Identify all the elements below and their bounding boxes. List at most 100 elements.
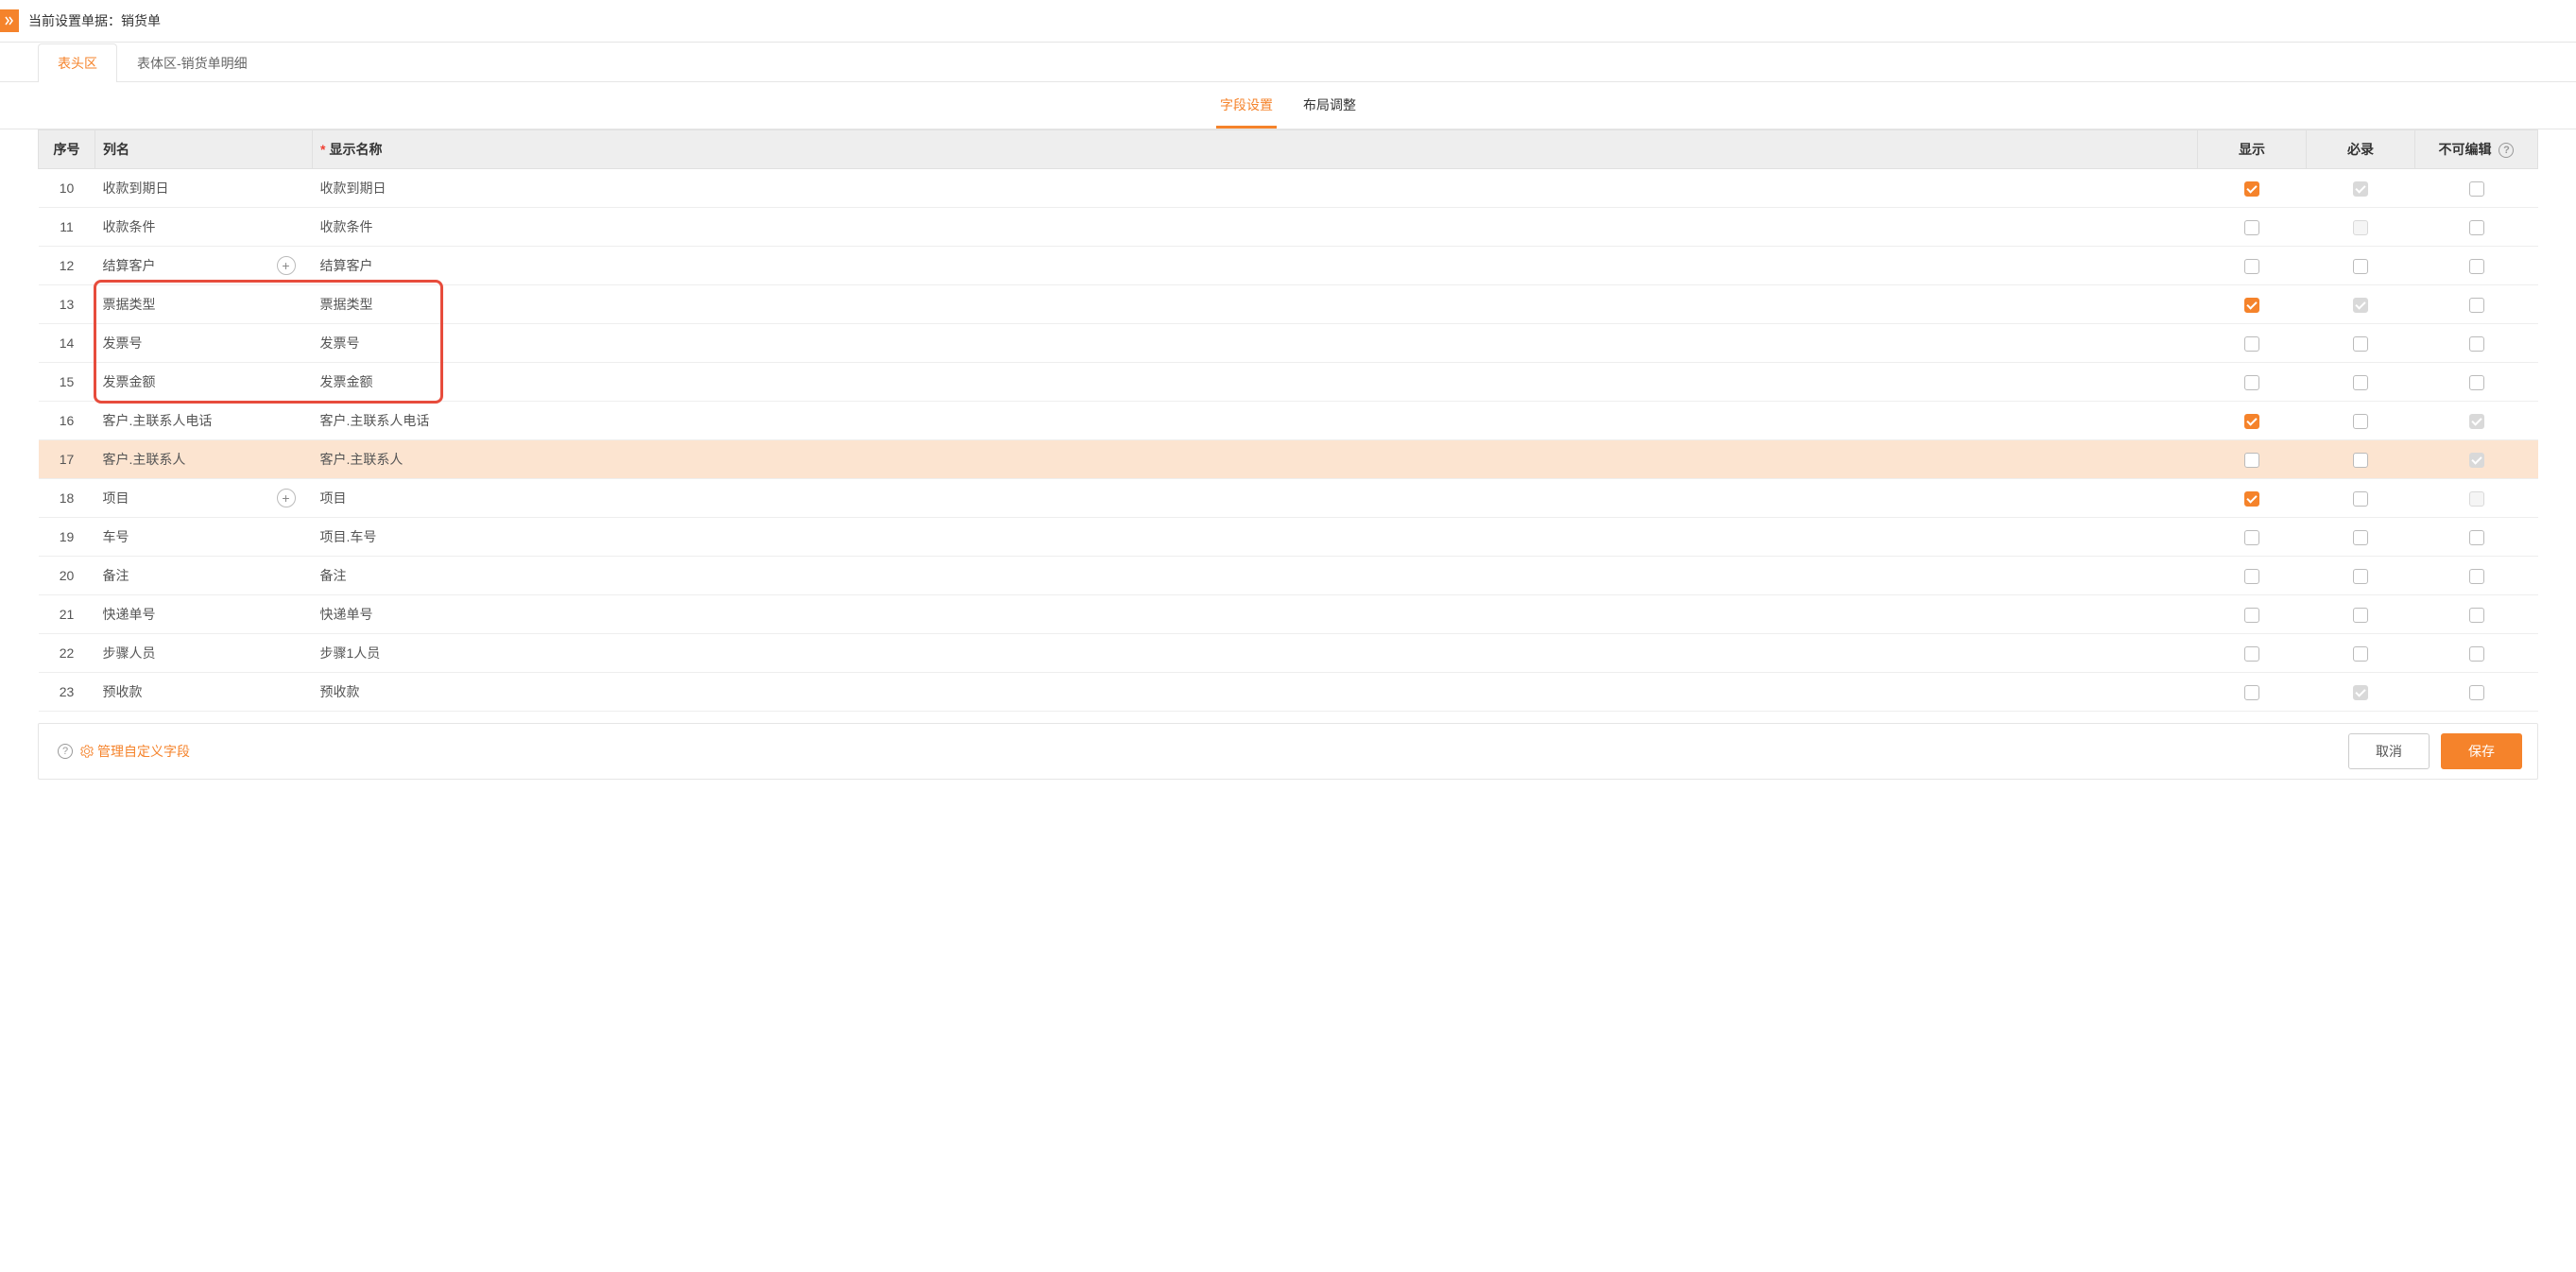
manage-custom-fields-link[interactable]: 管理自定义字段 xyxy=(80,742,190,761)
cell-name: 结算客户+ xyxy=(95,247,313,285)
help-icon[interactable]: ? xyxy=(2499,143,2514,158)
cell-seq: 16 xyxy=(39,402,95,440)
required-checkbox[interactable] xyxy=(2353,608,2368,623)
cell-nonedit xyxy=(2415,673,2538,712)
show-checkbox[interactable] xyxy=(2244,414,2259,429)
cell-display-name[interactable]: 发票金额 xyxy=(313,363,2198,402)
cell-nonedit xyxy=(2415,440,2538,479)
cell-display-name[interactable]: 票据类型 xyxy=(313,285,2198,324)
cell-display-name[interactable]: 发票号 xyxy=(313,324,2198,363)
show-checkbox[interactable] xyxy=(2244,646,2259,662)
tab-body-area[interactable]: 表体区-销货单明细 xyxy=(117,43,267,82)
table-row[interactable]: 23预收款预收款 xyxy=(39,673,2538,712)
table-row[interactable]: 10收款到期日收款到期日 xyxy=(39,169,2538,208)
cancel-button[interactable]: 取消 xyxy=(2348,733,2430,769)
cell-display-name[interactable]: 收款条件 xyxy=(313,208,2198,247)
cell-display-name[interactable]: 收款到期日 xyxy=(313,169,2198,208)
cell-nonedit xyxy=(2415,363,2538,402)
cell-name: 收款到期日 xyxy=(95,169,313,208)
table-row[interactable]: 21快递单号快递单号 xyxy=(39,595,2538,634)
cell-name: 备注 xyxy=(95,557,313,595)
cell-name: 收款条件 xyxy=(95,208,313,247)
show-checkbox[interactable] xyxy=(2244,336,2259,352)
required-checkbox[interactable] xyxy=(2353,569,2368,584)
required-checkbox[interactable] xyxy=(2353,375,2368,390)
show-checkbox[interactable] xyxy=(2244,569,2259,584)
required-checkbox[interactable] xyxy=(2353,530,2368,545)
save-button[interactable]: 保存 xyxy=(2441,733,2522,769)
nonedit-checkbox[interactable] xyxy=(2469,375,2484,390)
show-checkbox[interactable] xyxy=(2244,530,2259,545)
cell-seq: 12 xyxy=(39,247,95,285)
nonedit-checkbox[interactable] xyxy=(2469,569,2484,584)
cell-display-name[interactable]: 项目 xyxy=(313,479,2198,518)
cell-show xyxy=(2198,402,2307,440)
required-checkbox xyxy=(2353,298,2368,313)
cell-display-name[interactable]: 项目.车号 xyxy=(313,518,2198,557)
table-row[interactable]: 13票据类型票据类型 xyxy=(39,285,2538,324)
cell-seq: 21 xyxy=(39,595,95,634)
required-checkbox[interactable] xyxy=(2353,336,2368,352)
required-checkbox[interactable] xyxy=(2353,453,2368,468)
show-checkbox[interactable] xyxy=(2244,181,2259,197)
cell-display-name[interactable]: 快递单号 xyxy=(313,595,2198,634)
nonedit-checkbox[interactable] xyxy=(2469,181,2484,197)
required-checkbox[interactable] xyxy=(2353,414,2368,429)
table-row[interactable]: 17客户.主联系人客户.主联系人 xyxy=(39,440,2538,479)
show-checkbox[interactable] xyxy=(2244,375,2259,390)
cell-name: 预收款 xyxy=(95,673,313,712)
cell-display-name[interactable]: 步骤1人员 xyxy=(313,634,2198,673)
table-row[interactable]: 16客户.主联系人电话客户.主联系人电话 xyxy=(39,402,2538,440)
nonedit-checkbox[interactable] xyxy=(2469,608,2484,623)
show-checkbox[interactable] xyxy=(2244,220,2259,235)
required-checkbox[interactable] xyxy=(2353,646,2368,662)
table-row[interactable]: 11收款条件收款条件 xyxy=(39,208,2538,247)
cell-nonedit xyxy=(2415,595,2538,634)
table-row[interactable]: 14发票号发票号 xyxy=(39,324,2538,363)
cell-display-name[interactable]: 结算客户 xyxy=(313,247,2198,285)
table-row[interactable]: 12结算客户+结算客户 xyxy=(39,247,2538,285)
required-checkbox[interactable] xyxy=(2353,259,2368,274)
cell-seq: 23 xyxy=(39,673,95,712)
table-row[interactable]: 19车号项目.车号 xyxy=(39,518,2538,557)
subtab-layout-adjust[interactable]: 布局调整 xyxy=(1299,95,1360,129)
nonedit-checkbox[interactable] xyxy=(2469,298,2484,313)
cell-required xyxy=(2307,208,2415,247)
show-checkbox[interactable] xyxy=(2244,259,2259,274)
required-checkbox[interactable] xyxy=(2353,491,2368,507)
table-wrapper: 序号 列名 *显示名称 显示 必录 不可编辑 ? 10收款到期日收款到期日11收… xyxy=(38,129,2538,712)
show-checkbox[interactable] xyxy=(2244,298,2259,313)
tab-header-area[interactable]: 表头区 xyxy=(38,43,117,82)
content-area: 序号 列名 *显示名称 显示 必录 不可编辑 ? 10收款到期日收款到期日11收… xyxy=(0,129,2576,712)
cell-show xyxy=(2198,169,2307,208)
cell-required xyxy=(2307,557,2415,595)
table-row[interactable]: 22步骤人员步骤1人员 xyxy=(39,634,2538,673)
subtab-field-settings[interactable]: 字段设置 xyxy=(1216,95,1277,129)
nonedit-checkbox[interactable] xyxy=(2469,336,2484,352)
cell-required xyxy=(2307,169,2415,208)
show-checkbox[interactable] xyxy=(2244,453,2259,468)
nonedit-checkbox[interactable] xyxy=(2469,530,2484,545)
cell-display-name[interactable]: 备注 xyxy=(313,557,2198,595)
required-star-icon: * xyxy=(320,142,325,157)
add-subfield-button[interactable]: + xyxy=(277,489,296,507)
cell-required xyxy=(2307,673,2415,712)
show-checkbox[interactable] xyxy=(2244,685,2259,700)
show-checkbox[interactable] xyxy=(2244,491,2259,507)
cell-seq: 20 xyxy=(39,557,95,595)
add-subfield-button[interactable]: + xyxy=(277,256,296,275)
nonedit-checkbox[interactable] xyxy=(2469,685,2484,700)
cell-show xyxy=(2198,247,2307,285)
nonedit-checkbox[interactable] xyxy=(2469,220,2484,235)
table-row[interactable]: 18项目+项目 xyxy=(39,479,2538,518)
table-row[interactable]: 20备注备注 xyxy=(39,557,2538,595)
expand-panel-button[interactable] xyxy=(0,9,19,32)
table-row[interactable]: 15发票金额发票金额 xyxy=(39,363,2538,402)
cell-display-name[interactable]: 客户.主联系人电话 xyxy=(313,402,2198,440)
nonedit-checkbox[interactable] xyxy=(2469,646,2484,662)
nonedit-checkbox[interactable] xyxy=(2469,259,2484,274)
help-icon[interactable]: ? xyxy=(58,744,73,759)
show-checkbox[interactable] xyxy=(2244,608,2259,623)
cell-display-name[interactable]: 预收款 xyxy=(313,673,2198,712)
cell-display-name[interactable]: 客户.主联系人 xyxy=(313,440,2198,479)
